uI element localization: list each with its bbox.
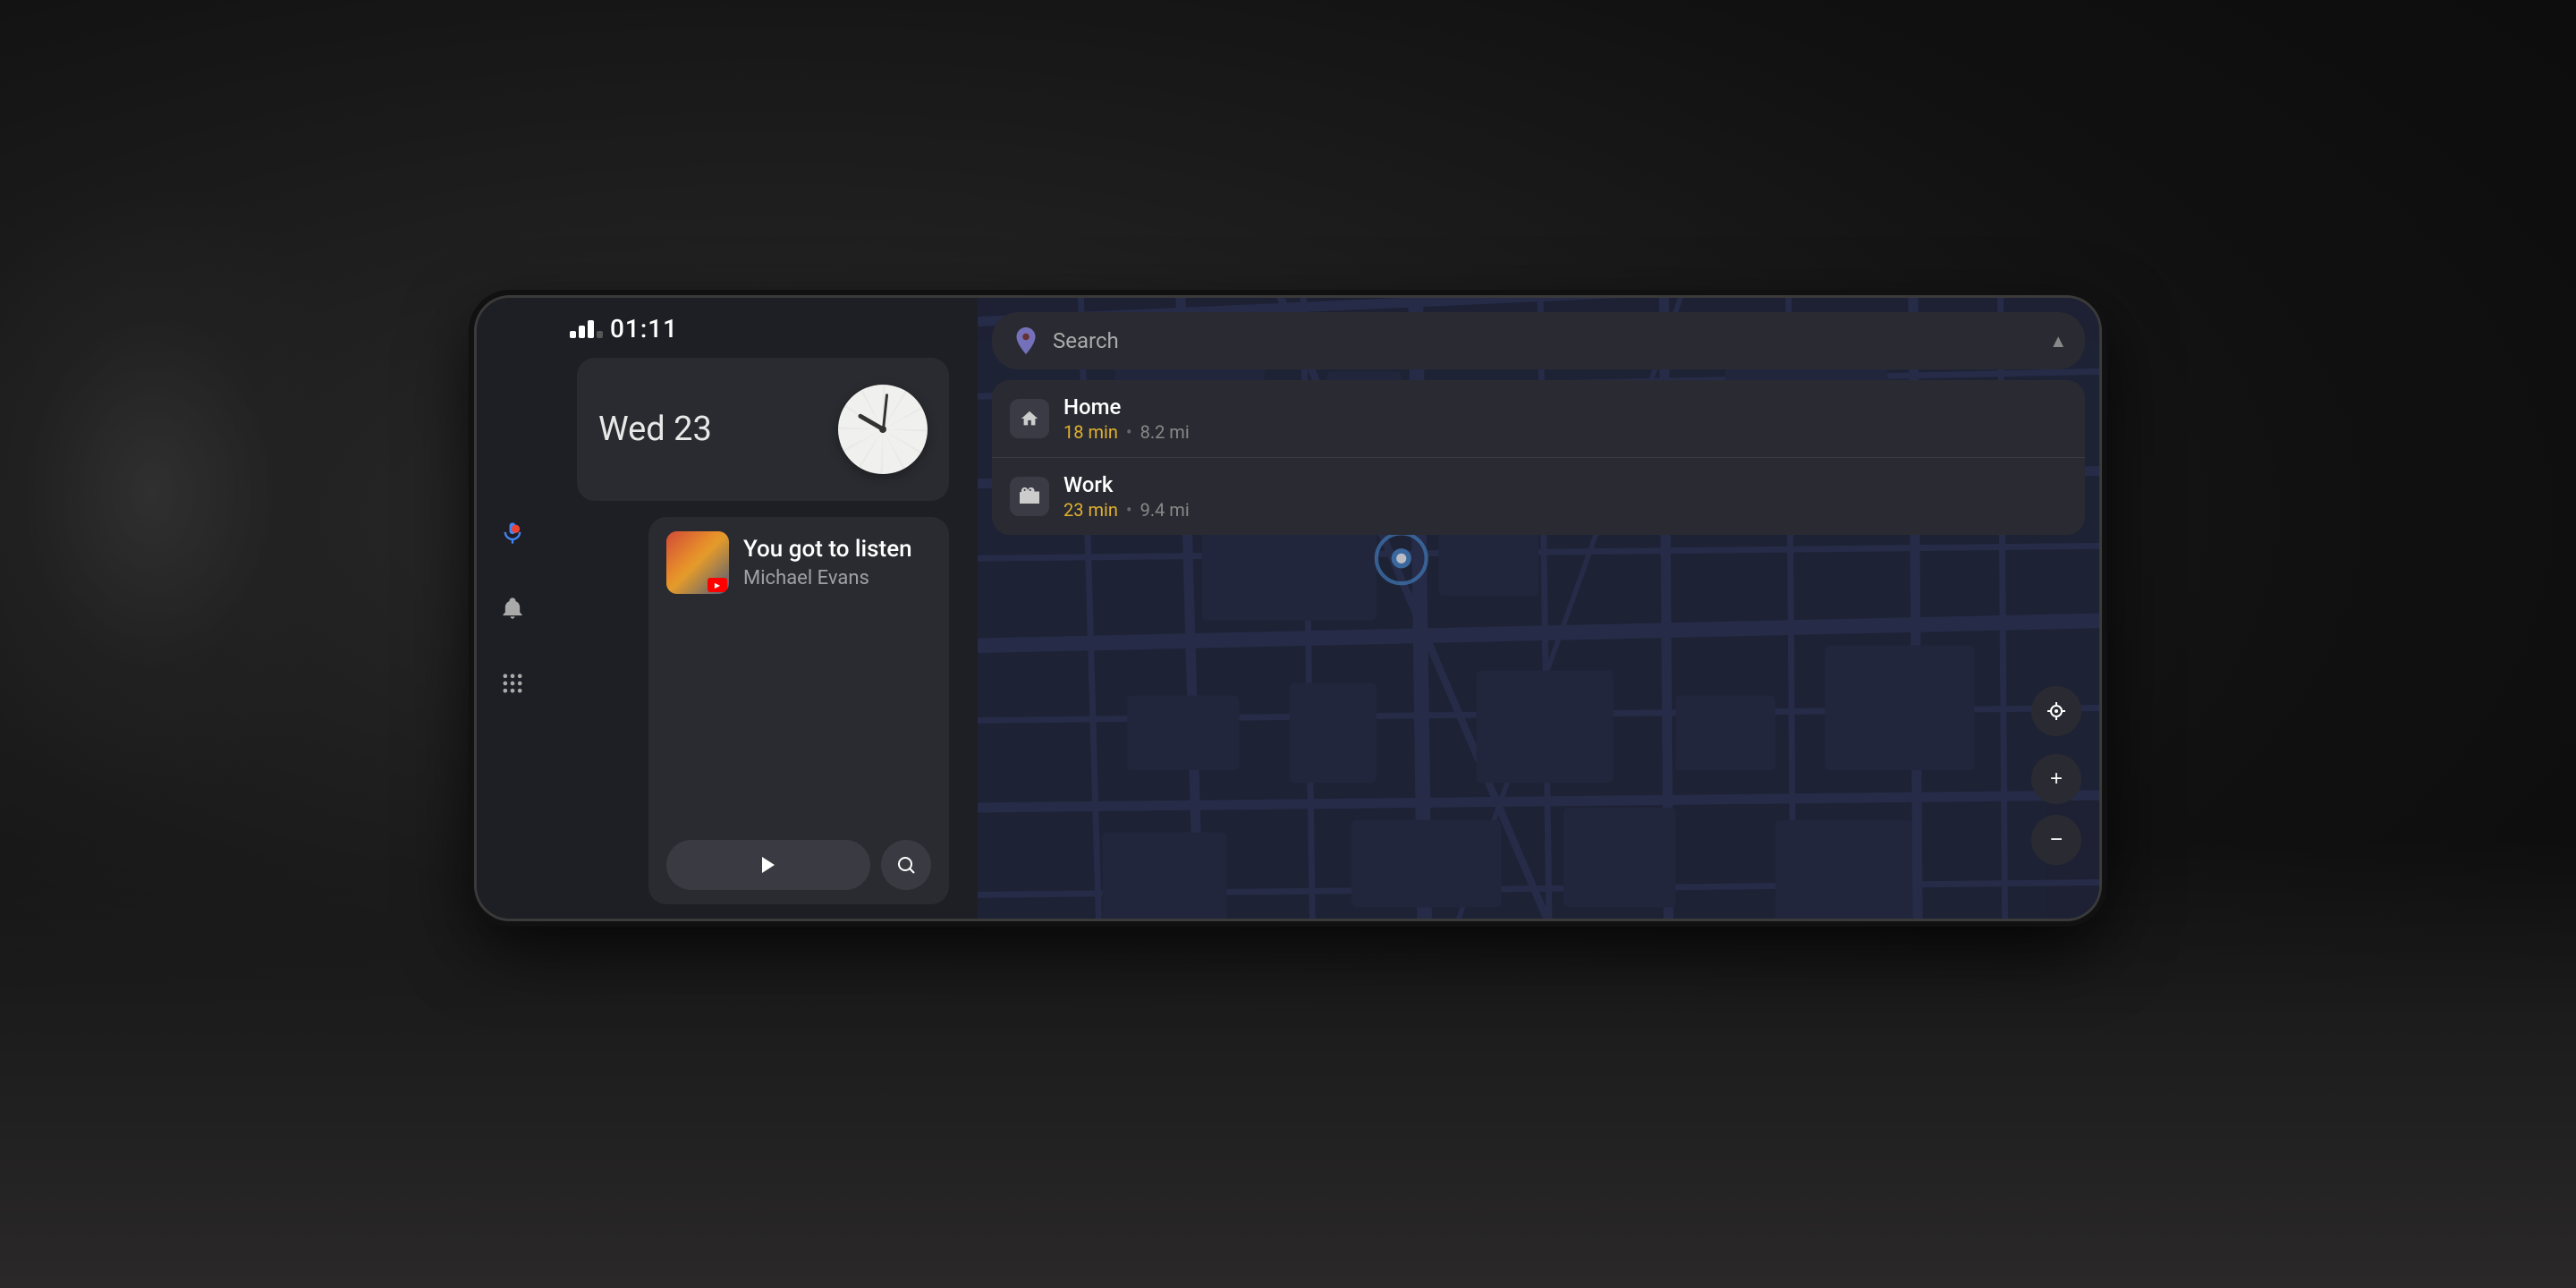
microphone-button[interactable] [489,510,536,556]
signal-strength-icon [570,320,603,338]
status-time: 01:11 [610,314,678,343]
home-icon [1020,409,1039,428]
signal-bar-3 [588,320,594,338]
work-icon-container [1010,477,1049,516]
maps-icon [1010,325,1042,357]
work-distance: 9.4 mi [1140,499,1190,521]
work-icon [1020,487,1039,506]
android-auto-display: 01:11 Wed 23 [474,295,2102,921]
youtube-badge [708,578,727,592]
search-placeholder: Search [1053,328,2038,353]
home-icon-container [1010,399,1049,438]
minute-hand [882,394,888,429]
search-bar[interactable]: Search ▲ [992,312,2085,369]
notifications-button[interactable] [489,585,536,631]
play-button[interactable] [666,840,870,890]
work-details: 23 min • 9.4 mi [1063,499,2067,521]
music-info: You got to listen Michael Evans [743,536,931,589]
artist-name: Michael Evans [743,567,931,589]
chevron-up-icon: ▲ [2049,330,2067,352]
music-top: You got to listen Michael Evans [666,531,931,594]
song-title: You got to listen [743,536,931,564]
navigation-overlay: Search ▲ Home [992,312,2085,535]
status-bar: 01:11 [548,298,978,351]
left-main-content: 01:11 Wed 23 [477,298,978,919]
home-distance: 8.2 mi [1140,421,1190,443]
destination-cards: Home 18 min • 8.2 mi [992,380,2085,535]
date-display: Wed 23 [598,410,712,449]
home-info: Home 18 min • 8.2 mi [1063,394,2067,443]
apps-button[interactable] [489,660,536,707]
signal-bar-4 [597,331,603,338]
signal-bar-2 [579,326,585,338]
home-time: 18 min [1063,421,1118,443]
signal-bar-1 [570,331,576,338]
music-controls [666,840,931,890]
music-widget: You got to listen Michael Evans [648,517,949,904]
work-label: Work [1063,472,2067,497]
home-details: 18 min • 8.2 mi [1063,421,2067,443]
left-panel-wrapper: 01:11 Wed 23 [477,298,978,919]
home-label: Home [1063,394,2067,419]
analog-clock [838,385,928,474]
widgets-area: Wed 23 [548,351,978,919]
work-destination[interactable]: Work 23 min • 9.4 mi [992,458,2085,535]
location-button[interactable] [2031,686,2081,736]
map-controls: + − [2031,686,2081,865]
clock-widget[interactable]: Wed 23 [577,358,949,501]
clock-center [879,426,886,433]
zoom-in-button[interactable]: + [2031,754,2081,804]
work-time: 23 min [1063,499,1118,521]
work-separator: • [1126,499,1137,521]
album-art [666,531,729,594]
sidebar [477,298,548,919]
home-destination[interactable]: Home 18 min • 8.2 mi [992,380,2085,458]
maps-panel[interactable]: Search ▲ Home [978,298,2099,919]
zoom-out-button[interactable]: − [2031,815,2081,865]
screen-content: 01:11 Wed 23 [477,298,2099,919]
home-separator: • [1126,421,1137,443]
music-search-button[interactable] [881,840,931,890]
work-info: Work 23 min • 9.4 mi [1063,472,2067,521]
